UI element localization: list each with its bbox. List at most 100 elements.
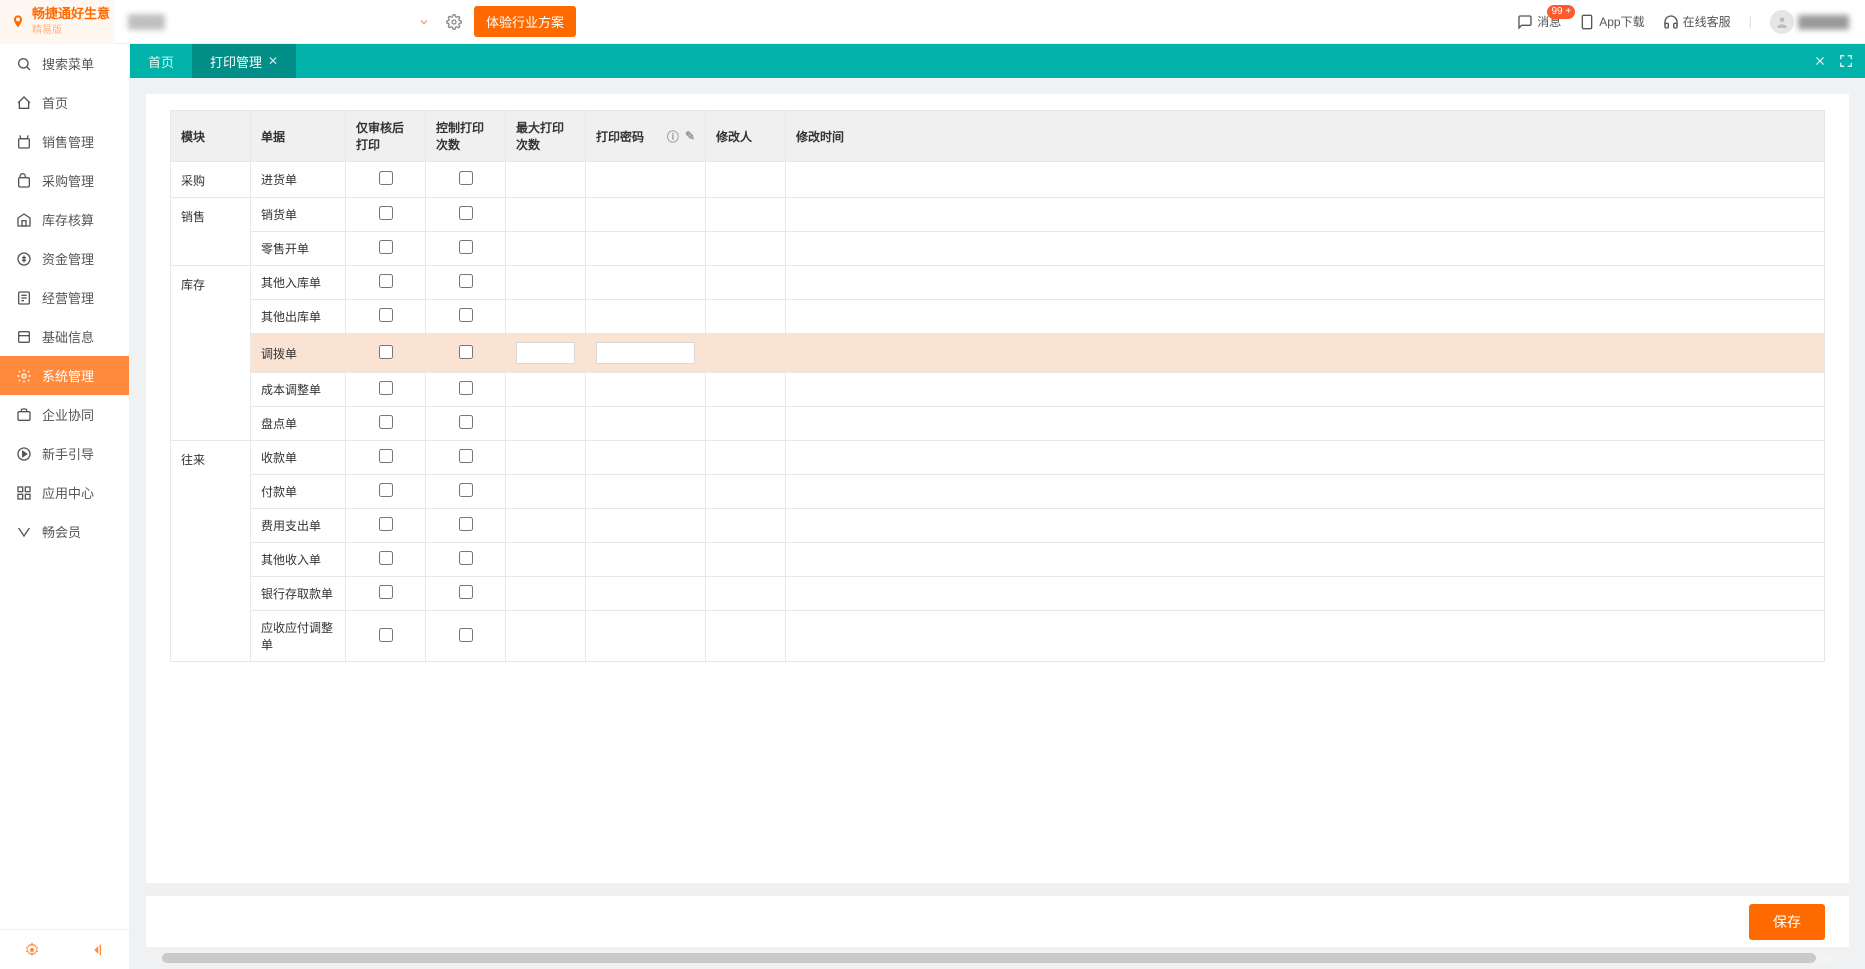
ctrl-checkbox[interactable] <box>459 415 473 429</box>
audit-checkbox[interactable] <box>379 308 393 322</box>
table-body: 采购进货单销售销货单零售开单库存其他入库单其他出库单调拨单成本调整单盘点单往来收… <box>171 162 1825 662</box>
main: 首页打印管理✕ <box>130 44 1865 969</box>
close-tab-icon[interactable] <box>1813 54 1827 68</box>
sidebar-item-gear[interactable]: 系统管理 <box>0 356 129 395</box>
company-select[interactable]: ████ <box>128 14 288 29</box>
chevron-down-icon[interactable] <box>418 16 430 28</box>
tab[interactable]: 首页 <box>130 44 192 78</box>
audit-checkbox[interactable] <box>379 381 393 395</box>
doc-cell: 成本调整单 <box>251 373 346 407</box>
save-button[interactable]: 保存 <box>1749 904 1825 940</box>
ctrl-cell <box>426 232 506 266</box>
max-cell <box>506 543 586 577</box>
audit-checkbox[interactable] <box>379 206 393 220</box>
help-icon[interactable]: ⓘ <box>667 128 679 145</box>
ctrl-checkbox[interactable] <box>459 551 473 565</box>
doc-cell: 银行存取款单 <box>251 577 346 611</box>
messages-link[interactable]: 消息 99 + <box>1517 13 1561 30</box>
audit-checkbox[interactable] <box>379 628 393 642</box>
sidebar-item-base[interactable]: 基础信息 <box>0 317 129 356</box>
audit-checkbox[interactable] <box>379 517 393 531</box>
sidebar-item-vip[interactable]: 畅会员 <box>0 512 129 551</box>
pwd-cell <box>586 232 706 266</box>
edit-icon[interactable]: ✎ <box>685 129 695 143</box>
print-pwd-input[interactable] <box>596 342 695 364</box>
audit-checkbox[interactable] <box>379 274 393 288</box>
user-menu[interactable]: ██████ <box>1770 10 1849 34</box>
gear-icon[interactable] <box>446 14 462 30</box>
audit-checkbox[interactable] <box>379 449 393 463</box>
audit-checkbox[interactable] <box>379 551 393 565</box>
brand-edition: 精易版 <box>32 21 110 36</box>
horizontal-scrollbar[interactable] <box>162 953 1833 963</box>
apps-icon <box>16 485 32 501</box>
experience-button[interactable]: 体验行业方案 <box>474 6 576 37</box>
sidebar-item-money[interactable]: 资金管理 <box>0 239 129 278</box>
logo[interactable]: 畅捷通好生意 精易版 <box>0 0 114 44</box>
ctrl-checkbox[interactable] <box>459 381 473 395</box>
warehouse-icon <box>16 212 32 228</box>
audit-checkbox[interactable] <box>379 345 393 359</box>
th-doc: 单据 <box>251 111 346 162</box>
ctrl-checkbox[interactable] <box>459 240 473 254</box>
sidebar-item-label: 首页 <box>42 93 68 112</box>
logo-icon <box>10 14 26 30</box>
audit-checkbox[interactable] <box>379 585 393 599</box>
doc-cell: 进货单 <box>251 162 346 198</box>
max-cell <box>506 407 586 441</box>
settings-icon[interactable] <box>24 942 40 958</box>
download-icon <box>1579 14 1595 30</box>
ctrl-checkbox[interactable] <box>459 449 473 463</box>
ctrl-checkbox[interactable] <box>459 585 473 599</box>
audit-cell <box>346 509 426 543</box>
audit-checkbox[interactable] <box>379 240 393 254</box>
max-cell <box>506 198 586 232</box>
ctrl-checkbox[interactable] <box>459 308 473 322</box>
max-cell <box>506 441 586 475</box>
sidebar-item-label: 系统管理 <box>42 366 94 385</box>
app-download-label: App下载 <box>1599 13 1644 30</box>
sidebar-item-home[interactable]: 首页 <box>0 83 129 122</box>
online-service-link[interactable]: 在线客服 <box>1663 13 1731 30</box>
sidebar-item-apps[interactable]: 应用中心 <box>0 473 129 512</box>
sidebar-item-search[interactable]: 搜索菜单 <box>0 44 129 83</box>
username-label: ██████ <box>1798 15 1849 29</box>
brand-name: 畅捷通好生意 <box>32 7 110 21</box>
sidebar-item-bag[interactable]: 采购管理 <box>0 161 129 200</box>
ctrl-checkbox[interactable] <box>459 171 473 185</box>
max-print-input[interactable] <box>516 342 575 364</box>
ctrl-checkbox[interactable] <box>459 345 473 359</box>
pwd-cell <box>586 334 706 373</box>
th-modtime: 修改时间 <box>786 111 1825 162</box>
ctrl-checkbox[interactable] <box>459 517 473 531</box>
modby-cell <box>706 543 786 577</box>
sidebar-item-report[interactable]: 经营管理 <box>0 278 129 317</box>
collapse-icon[interactable] <box>89 942 105 958</box>
search-icon <box>16 56 32 72</box>
scrollbar-thumb[interactable] <box>162 953 1816 963</box>
audit-checkbox[interactable] <box>379 171 393 185</box>
ctrl-checkbox[interactable] <box>459 274 473 288</box>
fullscreen-icon[interactable] <box>1839 54 1853 68</box>
sidebar-item-warehouse[interactable]: 库存核算 <box>0 200 129 239</box>
base-icon <box>16 329 32 345</box>
modby-cell <box>706 509 786 543</box>
table-row: 销售销货单 <box>171 198 1825 232</box>
audit-checkbox[interactable] <box>379 483 393 497</box>
sidebar-item-guide[interactable]: 新手引导 <box>0 434 129 473</box>
sidebar-item-collab[interactable]: 企业协同 <box>0 395 129 434</box>
close-icon[interactable]: ✕ <box>268 54 278 68</box>
tab[interactable]: 打印管理✕ <box>192 44 296 78</box>
ctrl-checkbox[interactable] <box>459 628 473 642</box>
modtime-cell <box>786 543 1825 577</box>
th-audit: 仅审核后打印 <box>346 111 426 162</box>
table-row: 采购进货单 <box>171 162 1825 198</box>
app-download-link[interactable]: App下载 <box>1579 13 1644 30</box>
audit-checkbox[interactable] <box>379 415 393 429</box>
sidebar-item-cart[interactable]: 销售管理 <box>0 122 129 161</box>
message-icon <box>1517 14 1533 30</box>
topbar-right: 消息 99 + App下载 在线客服 | ██████ <box>1517 10 1849 34</box>
audit-cell <box>346 162 426 198</box>
ctrl-checkbox[interactable] <box>459 483 473 497</box>
ctrl-checkbox[interactable] <box>459 206 473 220</box>
